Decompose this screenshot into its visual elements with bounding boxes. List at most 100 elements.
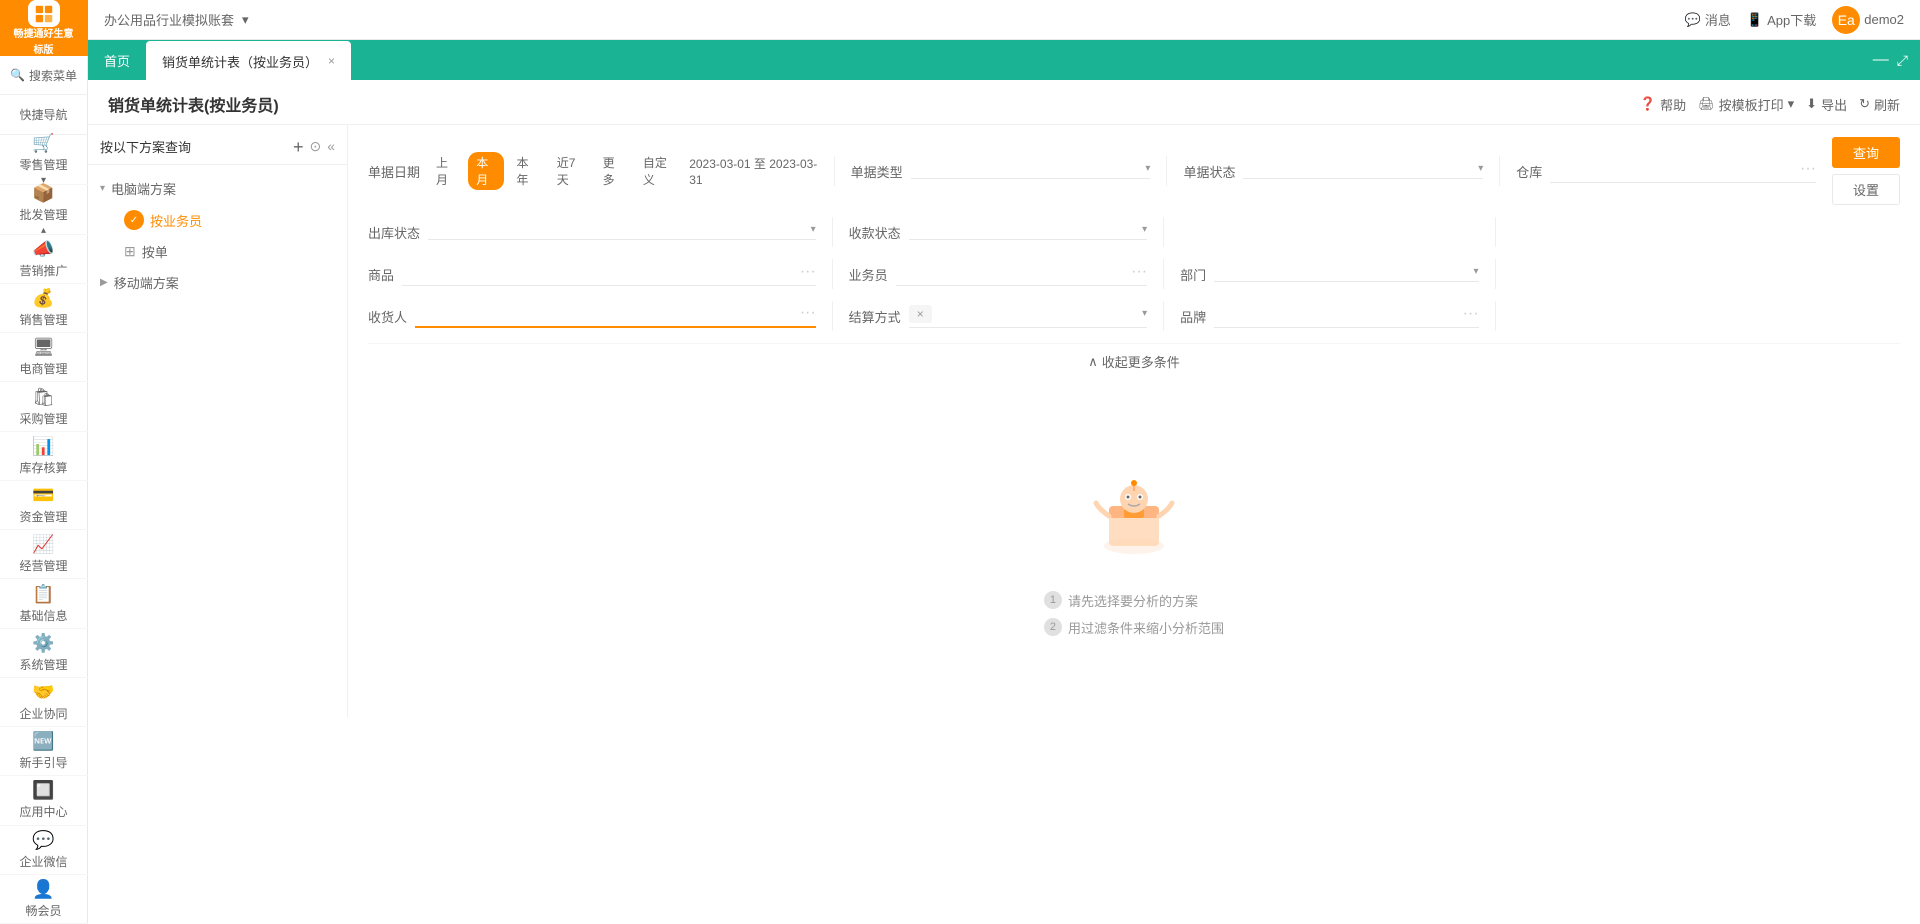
wholesale-label: 批发管理	[19, 206, 67, 223]
tab-close-icon[interactable]: ×	[328, 54, 335, 68]
settlement-tag-close[interactable]: ×	[917, 307, 924, 321]
sidebar-item-member[interactable]: 👤 畅会员	[0, 875, 88, 924]
date-btn-lastmonth[interactable]: 上月	[428, 152, 464, 190]
sidebar-item-wechat[interactable]: 💬 企业微信	[0, 826, 88, 875]
message-btn[interactable]: 💬 消息	[1685, 10, 1731, 29]
scheme-add-btn[interactable]: +	[293, 138, 304, 156]
query-btn[interactable]: 查询	[1832, 137, 1900, 168]
sidebar-item-inventory[interactable]: 📊 库存核算	[0, 432, 88, 481]
ecommerce-label: 电商管理	[19, 360, 67, 377]
sidebar-item-finance[interactable]: 💳 资金管理	[0, 481, 88, 530]
sidebar-item-sales[interactable]: 💰 销售管理	[0, 284, 88, 333]
user-area[interactable]: Ea demo2	[1832, 6, 1904, 34]
export-btn[interactable]: ⬇ 导出	[1806, 95, 1847, 114]
salesperson-label: 业务员	[849, 265, 888, 284]
finance-icon: 💳	[32, 485, 54, 506]
scheme-group-pc[interactable]: ▾ 电脑端方案	[88, 173, 347, 204]
tip-num-1: 1	[1044, 591, 1062, 609]
breadcrumb-arrow-icon: ▾	[242, 12, 249, 28]
template-print-label: 按模板打印	[1719, 95, 1784, 114]
main-area: 办公用品行业模拟账套 ▾ 💬 消息 📱 App下载 Ea demo2 首页	[88, 0, 1920, 924]
divider-11	[1163, 301, 1164, 331]
sidebar-item-retail[interactable]: 🛒 零售管理 ▾	[0, 135, 88, 185]
group-pc-label: 电脑端方案	[111, 179, 176, 198]
print-icon: 🖨	[1698, 96, 1715, 112]
scheme-item-byorder[interactable]: ⊞ 按单	[112, 236, 347, 267]
outstatus-arrow-icon: ▾	[811, 224, 816, 235]
collapse-btn[interactable]: ∧ 收起更多条件	[1088, 352, 1180, 371]
print-dropdown-icon: ▾	[1788, 96, 1795, 112]
empty-icon	[1084, 471, 1184, 571]
settings-btn[interactable]: 设置	[1832, 174, 1900, 205]
basic-label: 基础信息	[19, 607, 67, 624]
date-btn-thisyear[interactable]: 本年	[508, 152, 544, 190]
sidebar-item-wholesale[interactable]: 📦 批发管理 ▴	[0, 185, 88, 235]
quick-nav-btn[interactable]: 快捷导航	[0, 95, 88, 134]
group-mobile-label: 移动端方案	[114, 273, 179, 292]
purchase-label: 采购管理	[19, 410, 67, 427]
sidebar-item-basic[interactable]: 📋 基础信息	[0, 579, 88, 628]
settlement-arrow-icon: ▾	[1142, 308, 1147, 319]
sidebar-item-apps[interactable]: 🔲 应用中心	[0, 776, 88, 825]
finance-label: 资金管理	[19, 508, 67, 525]
wechat-label: 企业微信	[19, 853, 67, 870]
sidebar-item-corp[interactable]: 🤝 企业协同	[0, 678, 88, 727]
goods-input[interactable]: ···	[402, 263, 816, 286]
scheme-item-salesperson[interactable]: ✓ 按业务员	[112, 204, 347, 236]
scheme-actions: + ⊙ «	[293, 138, 335, 156]
scheme-panel: 按以下方案查询 + ⊙ « ▾ 电脑端方案	[88, 125, 348, 717]
breadcrumb-text: 办公用品行业模拟账套	[104, 10, 234, 29]
help-btn[interactable]: ❓ 帮助	[1640, 95, 1686, 114]
tab-right-buttons: — ⤢	[1873, 51, 1920, 69]
date-btn-thismonth[interactable]: 本月	[468, 152, 504, 190]
warehouse-label: 仓库	[1516, 162, 1542, 181]
tip-item-1: 1 请先选择要分析的方案	[1044, 591, 1224, 610]
sales-icon: 💰	[32, 288, 54, 309]
brand-input[interactable]: ···	[1214, 305, 1478, 328]
filter-date-cell: 单据日期 上月 本月 本年 近7天 更多 自定义	[368, 152, 818, 190]
receiver-input[interactable]: ···	[415, 304, 816, 328]
department-select[interactable]: ▾	[1214, 266, 1478, 282]
header-right-area: 💬 消息 📱 App下载 Ea demo2	[1685, 6, 1904, 34]
scheme-header: 按以下方案查询 + ⊙ «	[88, 133, 347, 165]
scheme-salesperson-label: 按业务员	[150, 211, 202, 230]
active-scheme-dot: ✓	[124, 210, 144, 230]
doctype-select-area[interactable]: ▾	[911, 163, 1151, 179]
scheme-collapse-btn[interactable]: «	[327, 138, 335, 156]
sidebar-item-marketing[interactable]: 📣 营销推广	[0, 235, 88, 284]
tab-minimize-icon[interactable]: —	[1873, 51, 1889, 69]
paymentstatus-select[interactable]: ▾	[909, 224, 1147, 240]
filter-panel: 单据日期 上月 本月 本年 近7天 更多 自定义	[348, 125, 1920, 391]
tip-num-2: 2	[1044, 618, 1062, 636]
divider-3	[1499, 156, 1500, 186]
filter-brand-cell: 品牌 ···	[1180, 305, 1478, 328]
date-btn-more[interactable]: 更多	[595, 152, 631, 190]
tab-maximize-icon[interactable]: ⤢	[1897, 52, 1908, 69]
date-btn-7days[interactable]: 近7天	[549, 152, 591, 190]
docstatus-select-area[interactable]: ▾	[1243, 163, 1483, 179]
template-print-btn[interactable]: 🖨 按模板打印 ▾	[1698, 95, 1794, 114]
warehouse-input-area[interactable]: ···	[1550, 160, 1816, 183]
tab-sales-stat[interactable]: 销货单统计表（按业务员） ×	[146, 41, 351, 81]
scheme-edit-btn[interactable]: ⊙	[309, 138, 321, 156]
filter-department-cell: 部门 ▾	[1180, 265, 1478, 284]
outstatus-select[interactable]: ▾	[428, 224, 816, 240]
app-download-btn[interactable]: 📱 App下载	[1747, 10, 1816, 29]
sidebar-item-operation[interactable]: 📈 经营管理	[0, 530, 88, 579]
refresh-btn[interactable]: ↻ 刷新	[1859, 95, 1900, 114]
sidebar-item-ecommerce[interactable]: 🖥 电商管理	[0, 333, 88, 382]
scheme-group-mobile[interactable]: ▶ 移动端方案	[88, 267, 347, 298]
page-title-bar: 销货单统计表(按业务员) ❓ 帮助 🖨 按模板打印 ▾ ⬇ 导出	[88, 80, 1920, 125]
sidebar-item-guide[interactable]: 🆕 新手引导	[0, 727, 88, 776]
inventory-icon: 📊	[32, 436, 54, 457]
date-btn-custom[interactable]: 自定义	[635, 152, 681, 190]
goods-label: 商品	[368, 265, 394, 284]
tab-home[interactable]: 首页	[88, 40, 146, 80]
filter-goods-cell: 商品 ···	[368, 263, 816, 286]
sidebar-item-purchase[interactable]: 🛍 采购管理	[0, 382, 88, 431]
salesperson-input[interactable]: ···	[896, 263, 1147, 286]
sidebar-item-system[interactable]: ⚙️ 系统管理	[0, 629, 88, 678]
page-content: 销货单统计表(按业务员) ❓ 帮助 🖨 按模板打印 ▾ ⬇ 导出	[88, 80, 1920, 924]
divider-2	[1166, 156, 1167, 186]
search-menu-btn[interactable]: 🔍 搜索菜单	[0, 56, 88, 95]
